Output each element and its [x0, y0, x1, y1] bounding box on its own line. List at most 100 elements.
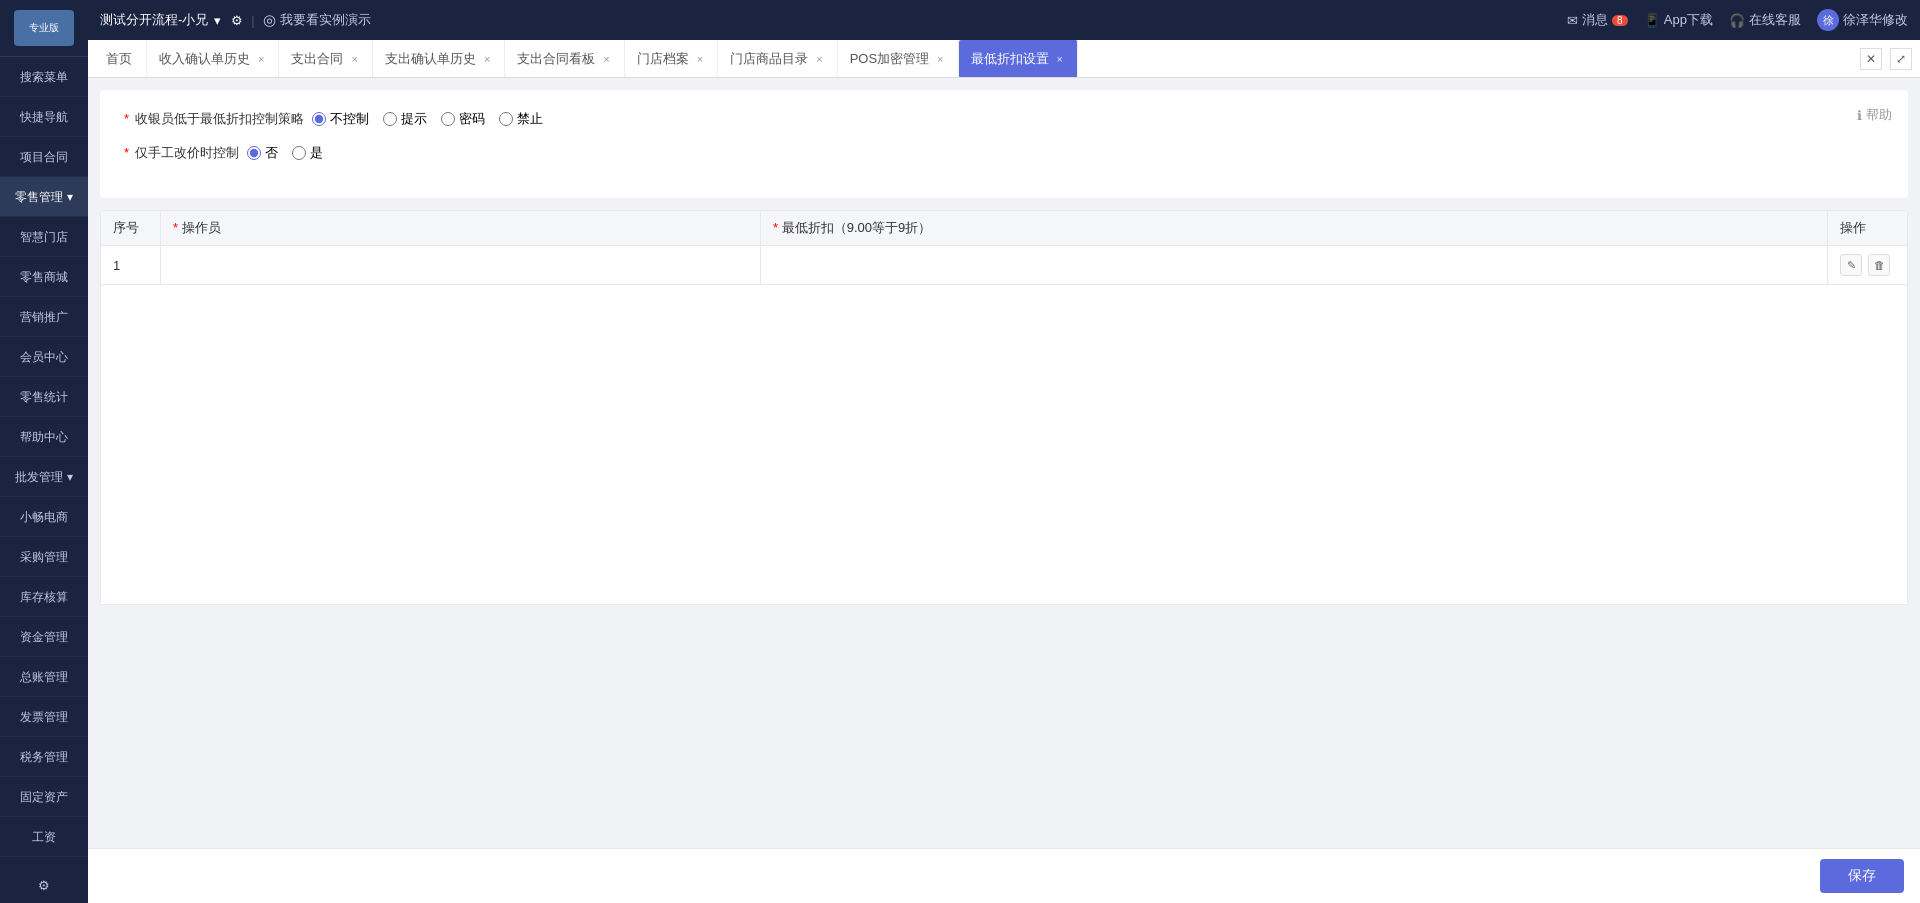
discount-input[interactable]: [773, 258, 1815, 273]
tab-close-pos-password[interactable]: ×: [935, 53, 945, 65]
message-icon: ✉: [1567, 13, 1578, 28]
topbar: 测试分开流程-小兄 ▾ ⚙ | ◎ 我要看实例演示 ✉ 消息 8 📱 App下载…: [88, 0, 1920, 40]
demo-link[interactable]: ◎ 我要看实例演示: [263, 11, 371, 29]
field2-radio-group: 否是: [247, 144, 323, 162]
tab-expense-board[interactable]: 支出合同看板×: [505, 40, 624, 78]
sidebar-item-marketing[interactable]: 营销推广: [0, 297, 88, 337]
tab-min-discount[interactable]: 最低折扣设置 ×: [959, 40, 1078, 78]
empty-row: [101, 285, 1908, 605]
message-button[interactable]: ✉ 消息 8: [1567, 11, 1628, 29]
sidebar-item-invoice[interactable]: 发票管理: [0, 697, 88, 737]
discount-table-container: 序号 * 操作员 * 最低折扣（9.00等于9折） 操作 1: [100, 210, 1908, 605]
tab-close-contract[interactable]: ×: [349, 53, 359, 65]
tab-label-min-discount: 最低折扣设置: [971, 50, 1049, 68]
tab-home[interactable]: 首页: [92, 40, 147, 78]
close-tab-button[interactable]: ✕: [1860, 48, 1882, 70]
sidebar-item-help[interactable]: 帮助中心: [0, 417, 88, 457]
sidebar-item-account[interactable]: 总账管理: [0, 657, 88, 697]
sidebar-item-online-store[interactable]: 零售商城: [0, 257, 88, 297]
help-button[interactable]: ℹ 帮助: [1857, 106, 1892, 124]
support-button[interactable]: 🎧 在线客服: [1729, 11, 1801, 29]
field2-option-no[interactable]: 否: [247, 144, 278, 162]
col-operator-header: * 操作员: [161, 211, 761, 246]
sidebar-item-assets[interactable]: 固定资产: [0, 777, 88, 817]
sidebar-item-tax[interactable]: 税务管理: [0, 737, 88, 777]
field1-option-no-control[interactable]: 不控制: [312, 110, 369, 128]
settings-icon[interactable]: ⚙: [231, 13, 243, 28]
message-badge: 8: [1612, 15, 1628, 26]
col-action-header: 操作: [1828, 211, 1908, 246]
tab-close-income-history[interactable]: ×: [256, 53, 266, 65]
tabbar: 首页收入确认单历史×支出合同×支出确认单历史×支出合同看板×门店档案×门店商品目…: [88, 40, 1920, 78]
table-row: 1 ✎ 🗑: [101, 246, 1908, 285]
field2-radio-no[interactable]: [247, 146, 261, 160]
field1-row: * 收银员低于最低折扣控制策略 不控制提示密码禁止: [124, 110, 1884, 128]
tab-label-store-file: 门店档案: [637, 50, 689, 68]
tab-label-pos-password: POS加密管理: [850, 50, 929, 68]
sidebar-item-finance[interactable]: 资金管理: [0, 617, 88, 657]
chevron-down-icon: ▾: [214, 13, 221, 28]
tab-store-product[interactable]: 门店商品目录×: [718, 40, 837, 78]
tab-close-store-product[interactable]: ×: [814, 53, 824, 65]
download-icon: 📱: [1644, 13, 1660, 28]
discount-cell[interactable]: [761, 246, 1828, 285]
app-logo: 专业版: [14, 10, 74, 46]
delete-icon[interactable]: 🗑: [1868, 254, 1890, 276]
field1-radio-password[interactable]: [441, 112, 455, 126]
tab-income-history[interactable]: 收入确认单历史 ×: [147, 40, 279, 78]
page-footer: 保存: [88, 848, 1920, 903]
field2-option-yes[interactable]: 是: [292, 144, 323, 162]
main-area: 测试分开流程-小兄 ▾ ⚙ | ◎ 我要看实例演示 ✉ 消息 8 📱 App下载…: [88, 0, 1920, 903]
sidebar-item-shortcut[interactable]: 快捷导航: [0, 97, 88, 137]
field1-radio-no-control[interactable]: [312, 112, 326, 126]
sidebar-item-smart-store[interactable]: 智慧门店: [0, 217, 88, 257]
tab-contract[interactable]: 支出合同×: [279, 40, 372, 78]
help-icon: ℹ: [1857, 108, 1862, 123]
sidebar-item-purchase[interactable]: 采购管理: [0, 537, 88, 577]
field1-option-ban[interactable]: 禁止: [499, 110, 543, 128]
sidebar-item-retail-stats[interactable]: 零售统计: [0, 377, 88, 417]
tab-label-expense-history: 支出确认单历史: [385, 50, 476, 68]
tab-store-file[interactable]: 门店档案 ×: [625, 40, 718, 78]
tab-pos-password[interactable]: POS加密管理 ×: [838, 40, 959, 78]
page-content: ℹ 帮助 * 收银员低于最低折扣控制策略 不控制提示密码禁止 * 仅手工改价时控…: [88, 78, 1920, 848]
tabbar-controls: ✕ ⤢: [1860, 48, 1916, 70]
sidebar-item-wholesale[interactable]: 批发管理 ▾: [0, 457, 88, 497]
operator-cell[interactable]: [161, 246, 761, 285]
sidebar-item-search[interactable]: 搜索菜单: [0, 57, 88, 97]
tab-close-expense-board[interactable]: ×: [601, 53, 611, 65]
field1-radio-hint[interactable]: [383, 112, 397, 126]
app-download-button[interactable]: 📱 App下载: [1644, 11, 1713, 29]
sidebar-item-salary[interactable]: 工资: [0, 817, 88, 857]
operator-input[interactable]: [173, 258, 748, 273]
field1-radio-ban[interactable]: [499, 112, 513, 126]
field2-row: * 仅手工改价时控制 否是: [124, 144, 1884, 162]
edit-icon[interactable]: ✎: [1840, 254, 1862, 276]
circle-icon: ◎: [263, 11, 276, 29]
field1-option-hint[interactable]: 提示: [383, 110, 427, 128]
save-button[interactable]: 保存: [1820, 859, 1904, 893]
tab-expense-history[interactable]: 支出确认单历史 ×: [373, 40, 505, 78]
sidebar-item-ecommerce[interactable]: 小畅电商: [0, 497, 88, 537]
tab-close-store-file[interactable]: ×: [695, 53, 705, 65]
sidebar: 专业版 搜索菜单快捷导航项目合同零售管理 ▾智慧门店零售商城营销推广会员中心零售…: [0, 0, 88, 903]
sidebar-item-project[interactable]: 项目合同: [0, 137, 88, 177]
field1-option-password[interactable]: 密码: [441, 110, 485, 128]
expand-button[interactable]: ⤢: [1890, 48, 1912, 70]
project-selector[interactable]: 测试分开流程-小兄 ▾: [100, 11, 221, 29]
avatar: 徐: [1817, 9, 1839, 31]
sidebar-settings[interactable]: ⚙: [0, 868, 88, 903]
tab-label-income-history: 收入确认单历史: [159, 50, 250, 68]
sidebar-item-retail[interactable]: 零售管理 ▾: [0, 177, 88, 217]
field2-radio-yes[interactable]: [292, 146, 306, 160]
sidebar-item-member[interactable]: 会员中心: [0, 337, 88, 377]
action-cell: ✎ 🗑: [1828, 246, 1908, 285]
tab-close-min-discount[interactable]: ×: [1055, 53, 1065, 65]
user-menu[interactable]: 徐 徐泽华修改: [1817, 9, 1908, 31]
field1-label: * 收银员低于最低折扣控制策略: [124, 110, 304, 128]
seq-cell: 1: [101, 246, 161, 285]
field2-label: * 仅手工改价时控制: [124, 144, 239, 162]
field1-radio-group: 不控制提示密码禁止: [312, 110, 543, 128]
sidebar-item-inventory[interactable]: 库存核算: [0, 577, 88, 617]
tab-close-expense-history[interactable]: ×: [482, 53, 492, 65]
